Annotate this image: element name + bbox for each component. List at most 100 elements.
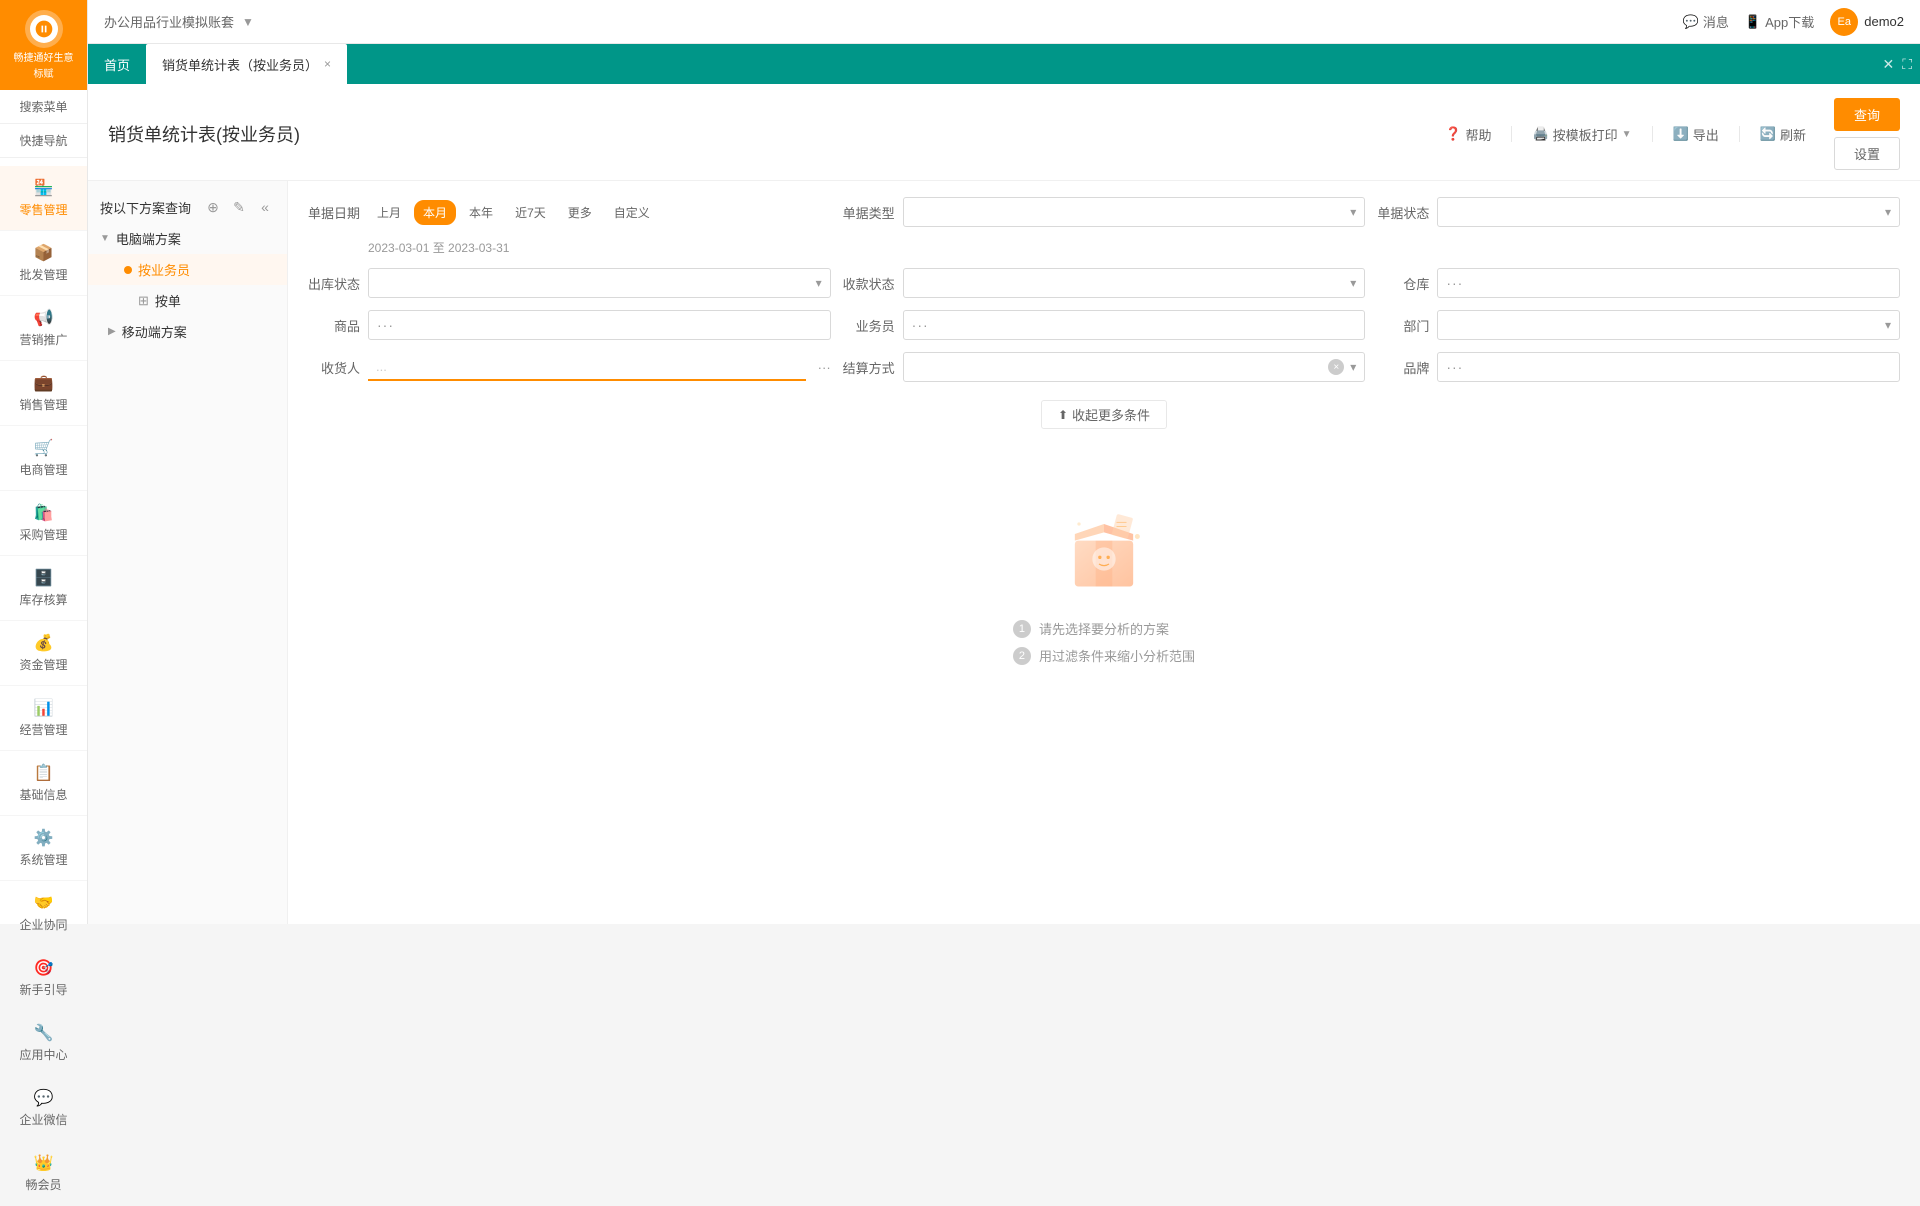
settlement-clear-btn[interactable]: × xyxy=(1328,359,1344,375)
edit-scheme-btn[interactable]: ✎ xyxy=(229,197,249,217)
stock-status-filter-row: 出库状态 ▾ xyxy=(308,268,831,298)
main-area: 办公用品行业模拟账套 ▼ 💬 消息 📱 App下载 Ea demo2 首页 xyxy=(88,0,1920,924)
app-name: 畅捷通好生意 xyxy=(14,52,74,65)
sidebar-item-member[interactable]: 👑 畅会员 xyxy=(0,1141,87,1206)
stock-status-select[interactable]: ▾ xyxy=(368,268,831,298)
sidebar-item-inventory[interactable]: 🗄️ 库存核算 xyxy=(0,556,87,621)
sidebar-item-operations[interactable]: 📊 经营管理 xyxy=(0,686,87,751)
operations-icon: 📊 xyxy=(5,698,82,718)
doc-type-filter-row: 单据类型 ▾ xyxy=(843,197,1366,227)
query-button[interactable]: 查询 xyxy=(1834,98,1900,131)
sidebar-item-ecommerce[interactable]: 🛒 电商管理 xyxy=(0,426,87,491)
department-filter-row: 部门 ▾ xyxy=(1377,310,1900,340)
sidebar-item-basic[interactable]: 📋 基础信息 xyxy=(0,751,87,816)
sidebar-item-enterprise[interactable]: 🤝 企业协同 xyxy=(0,881,87,946)
sidebar-item-wholesale[interactable]: 📦 批发管理 xyxy=(0,231,87,296)
sidebar-item-retail[interactable]: 🏪 零售管理 xyxy=(0,166,87,231)
edit-icon: ✎ xyxy=(233,199,245,216)
search-menu-btn[interactable]: 搜索菜单 xyxy=(0,98,87,115)
brand-label: 品牌 xyxy=(1377,358,1429,377)
tip-1-text: 请先选择要分析的方案 xyxy=(1039,619,1169,638)
tree-mobile-section[interactable]: ▶ 移动端方案 xyxy=(88,316,287,347)
tab-maximize-btn[interactable]: ⛶ xyxy=(1902,56,1912,73)
sidebar-item-marketing[interactable]: 📢 营销推广 xyxy=(0,296,87,361)
template-print-btn[interactable]: 🖨️ 按模板打印 ▼ xyxy=(1524,121,1639,148)
quick-nav-btn[interactable]: 快捷导航 xyxy=(0,132,87,149)
doc-status-select[interactable]: ▾ xyxy=(1437,197,1900,227)
goods-select[interactable]: ··· xyxy=(368,310,831,340)
logo-inner xyxy=(30,15,58,43)
user-profile-btn[interactable]: Ea demo2 xyxy=(1830,8,1904,36)
help-btn[interactable]: ❓ 帮助 xyxy=(1437,121,1499,148)
empty-state: 1 请先选择要分析的方案 2 用过滤条件来缩小分析范围 xyxy=(308,439,1900,725)
tab-sales-stat[interactable]: 销货单统计表（按业务员） × xyxy=(146,44,347,84)
sidebar-item-purchase[interactable]: 🛍️ 采购管理 xyxy=(0,491,87,556)
sidebar-quick-nav[interactable]: 快捷导航 xyxy=(0,124,87,158)
tab-sales-stat-label: 销货单统计表（按业务员） xyxy=(162,55,318,74)
sidebar-item-finance[interactable]: 💰 资金管理 xyxy=(0,621,87,686)
purchase-icon: 🛍️ xyxy=(5,503,82,523)
workspace-dropdown-icon[interactable]: ▼ xyxy=(242,15,254,29)
sidebar-item-wechat[interactable]: 💬 企业微信 xyxy=(0,1076,87,1141)
set-button[interactable]: 设置 xyxy=(1834,137,1900,170)
divider-export xyxy=(1739,126,1740,142)
collapse-more-btn[interactable]: ⬆ 收起更多条件 xyxy=(1041,400,1167,429)
divider-print xyxy=(1652,126,1653,142)
brand-dots: ··· xyxy=(1446,359,1463,375)
inventory-icon: 🗄️ xyxy=(5,568,82,588)
print-dropdown-icon[interactable]: ▼ xyxy=(1622,129,1632,140)
salesperson-label: 业务员 xyxy=(843,316,895,335)
tree-item-by-order[interactable]: ⊞ 按单 xyxy=(88,285,287,316)
app-download-btn[interactable]: 📱 App下载 xyxy=(1745,12,1814,31)
newbie-label: 新手引导 xyxy=(5,981,82,998)
tree-desktop-section[interactable]: ▼ 电脑端方案 xyxy=(88,223,287,254)
salesperson-dots: ··· xyxy=(912,317,929,333)
content-area: 按以下方案查询 ⊕ ✎ « ▼ xyxy=(88,181,1920,924)
tab-close-icon[interactable]: × xyxy=(324,57,331,71)
brand-select[interactable]: ··· xyxy=(1437,352,1900,382)
export-btn[interactable]: ⬇️ 导出 xyxy=(1665,121,1727,148)
app-subtitle: 标赋 xyxy=(34,65,54,80)
payment-status-select[interactable]: ▾ xyxy=(903,268,1366,298)
user-name: demo2 xyxy=(1864,14,1904,29)
avatar-initials: Ea xyxy=(1838,16,1851,28)
receiver-label: 收货人 xyxy=(308,358,360,377)
tree-item-by-salesperson[interactable]: 按业务员 xyxy=(88,254,287,285)
logo-icon xyxy=(34,19,54,39)
sidebar-item-sales[interactable]: 💼 销售管理 xyxy=(0,361,87,426)
date-btn-last-month[interactable]: 上月 xyxy=(368,200,410,225)
export-icon: ⬇️ xyxy=(1673,126,1689,142)
tab-close-all-btn[interactable]: ✕ xyxy=(1882,56,1894,73)
salesperson-select[interactable]: ··· xyxy=(903,310,1366,340)
sidebar-search-section[interactable]: 搜索菜单 xyxy=(0,90,87,124)
logo-area[interactable]: 畅捷通好生意 标赋 xyxy=(0,0,87,90)
apps-label: 应用中心 xyxy=(5,1046,82,1063)
date-btn-more[interactable]: 更多 xyxy=(559,200,601,225)
date-btn-this-month[interactable]: 本月 xyxy=(414,200,456,225)
sidebar-item-newbie[interactable]: 🎯 新手引导 xyxy=(0,946,87,1011)
collapse-panel-btn[interactable]: « xyxy=(255,197,275,217)
warehouse-select[interactable]: ··· xyxy=(1437,268,1900,298)
settlement-arrow: ▾ xyxy=(1350,360,1356,374)
settlement-select[interactable]: × ▾ xyxy=(903,352,1366,382)
sidebar-item-system[interactable]: ⚙️ 系统管理 xyxy=(0,816,87,881)
tab-home[interactable]: 首页 xyxy=(88,44,146,84)
refresh-btn[interactable]: 🔄 刷新 xyxy=(1752,121,1814,148)
active-dot xyxy=(124,266,132,274)
doc-type-select[interactable]: ▾ xyxy=(903,197,1366,227)
add-scheme-btn[interactable]: ⊕ xyxy=(203,197,223,217)
wechat-icon: 💬 xyxy=(5,1088,82,1108)
wholesale-icon: 📦 xyxy=(5,243,82,263)
date-btn-last-7-days[interactable]: 近7天 xyxy=(506,200,555,225)
department-select[interactable]: ▾ xyxy=(1437,310,1900,340)
mobile-arrow: ▶ xyxy=(108,326,116,337)
date-btn-this-year[interactable]: 本年 xyxy=(460,200,502,225)
wechat-label: 企业微信 xyxy=(5,1111,82,1128)
retail-label: 零售管理 xyxy=(5,201,82,218)
sidebar-item-apps[interactable]: 🔧 应用中心 xyxy=(0,1011,87,1076)
message-btn[interactable]: 💬 消息 xyxy=(1683,12,1729,31)
date-btn-custom[interactable]: 自定义 xyxy=(605,200,659,225)
operations-label: 经营管理 xyxy=(5,721,82,738)
basic-label: 基础信息 xyxy=(5,786,82,803)
receiver-input[interactable] xyxy=(368,354,806,381)
